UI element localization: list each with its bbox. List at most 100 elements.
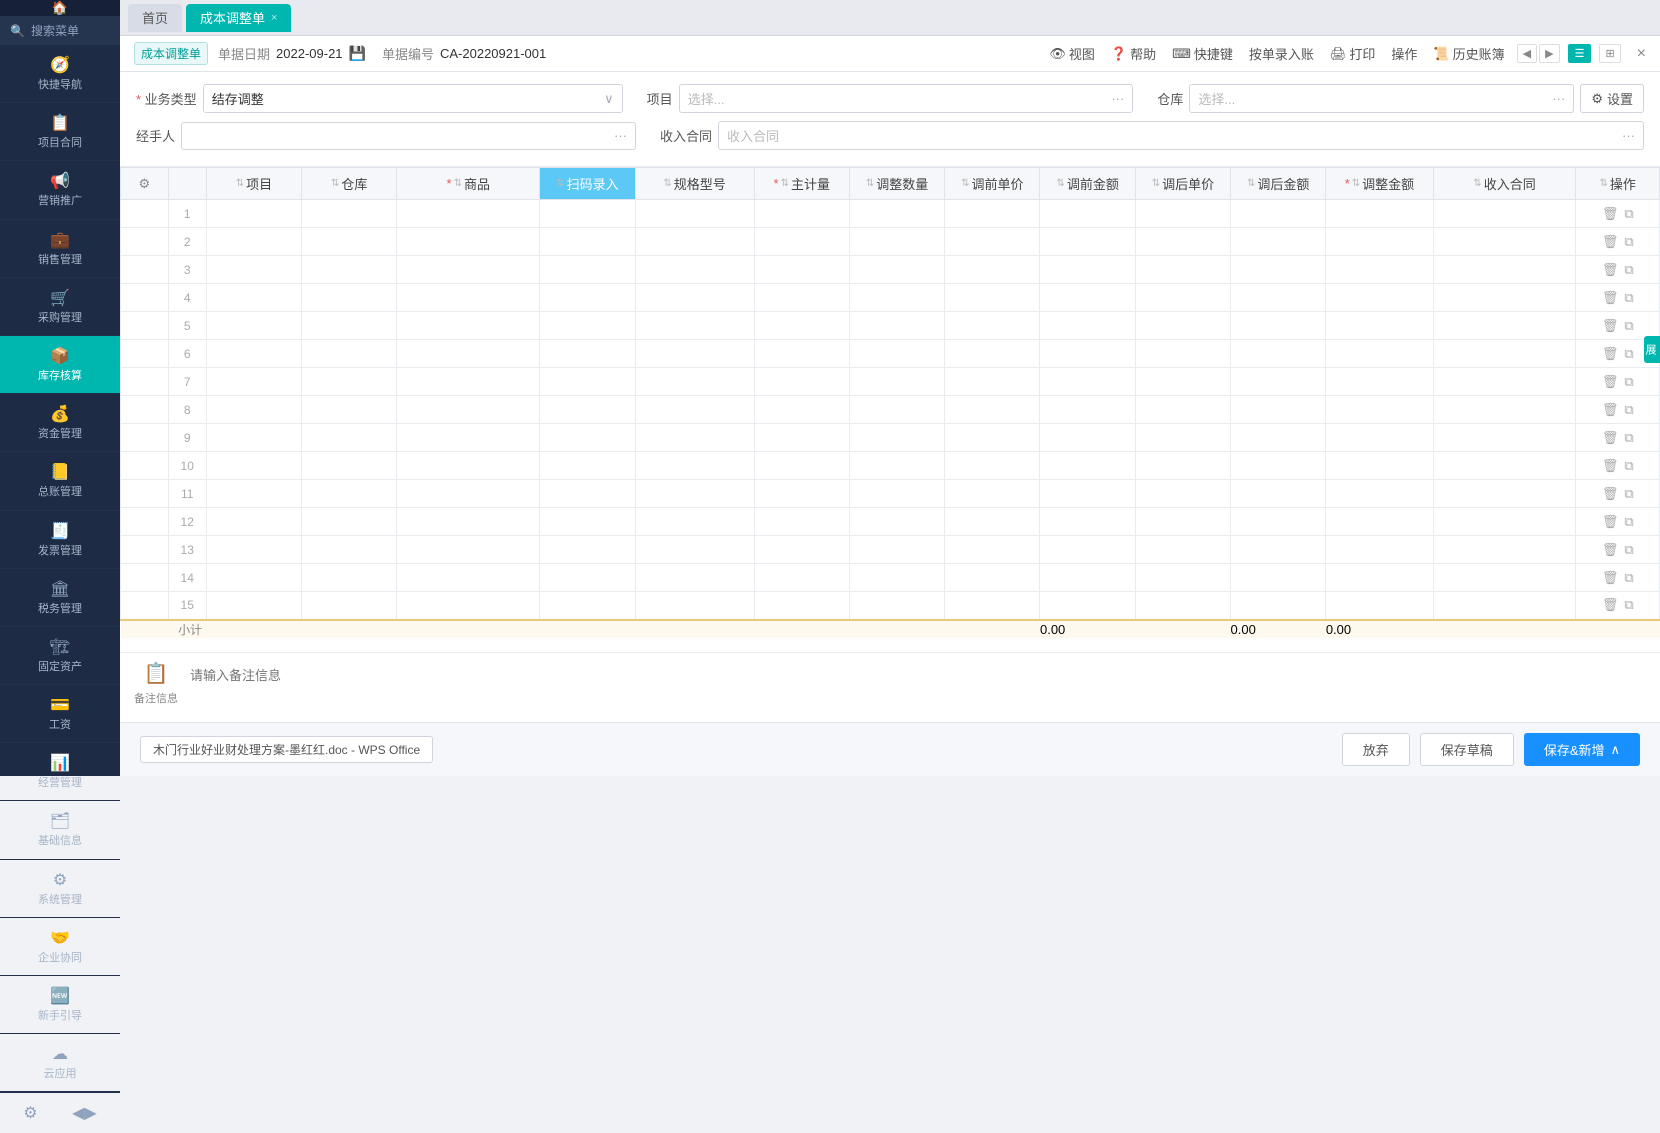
cell-income_contract-12[interactable] [1433,508,1576,536]
cell-before_price-3[interactable] [945,256,1040,284]
business-type-input[interactable]: 结存调整 ∨ [203,84,623,113]
cell-adjust_amount-6[interactable] [1326,340,1433,368]
cell-product-1[interactable] [397,200,540,228]
toolbar-shortcut-btn[interactable]: ⌨ 快捷键 [1168,42,1237,65]
cell-scan-11[interactable] [540,480,635,508]
cell-unit-1[interactable] [754,200,849,228]
cell-after_price-9[interactable] [1135,424,1230,452]
cell-after_price-12[interactable] [1135,508,1230,536]
cell-before_amount-6[interactable] [1040,340,1135,368]
cell-warehouse-11[interactable] [302,480,397,508]
cell-warehouse-9[interactable] [302,424,397,452]
cell-scan-9[interactable] [540,424,635,452]
cell-project-7[interactable] [206,368,301,396]
sidebar-item-operations[interactable]: 📊 经营管理 [0,743,120,801]
cell-adjust_amount-10[interactable] [1326,452,1433,480]
cell-project-6[interactable] [206,340,301,368]
cell-adjust_qty-1[interactable] [849,200,944,228]
cell-adjust_amount-1[interactable] [1326,200,1433,228]
cell-product-11[interactable] [397,480,540,508]
delete-icon-6[interactable]: 🗑 [1602,346,1619,362]
notes-input[interactable] [190,661,1646,695]
cell-warehouse-8[interactable] [302,396,397,424]
cell-income_contract-10[interactable] [1433,452,1576,480]
cell-scan-2[interactable] [540,228,635,256]
cell-before_price-8[interactable] [945,396,1040,424]
cell-after_amount-7[interactable] [1231,368,1326,396]
cell-unit-12[interactable] [754,508,849,536]
cell-spec-11[interactable] [635,480,754,508]
cell-scan-6[interactable] [540,340,635,368]
cell-project-5[interactable] [206,312,301,340]
delete-icon-13[interactable]: 🗑 [1602,542,1619,558]
copy-icon-14[interactable]: ⧉ [1624,570,1633,586]
copy-icon-6[interactable]: ⧉ [1624,346,1633,362]
delete-icon-14[interactable]: 🗑 [1602,570,1619,586]
sidebar-item-tax[interactable]: 🏛 税务管理 [0,569,120,627]
sort-icon-scan[interactable]: ⇅ [556,178,564,189]
delete-icon-7[interactable]: 🗑 [1602,374,1619,390]
cell-before_price-7[interactable] [945,368,1040,396]
cell-unit-9[interactable] [754,424,849,452]
cell-spec-8[interactable] [635,396,754,424]
cell-unit-7[interactable] [754,368,849,396]
cell-scan-5[interactable] [540,312,635,340]
cell-income_contract-4[interactable] [1433,284,1576,312]
copy-icon-10[interactable]: ⧉ [1624,458,1633,474]
copy-icon-5[interactable]: ⧉ [1624,318,1633,334]
sidebar-item-fixed-assets[interactable]: 🏗 固定资产 [0,627,120,685]
sidebar-item-payroll[interactable]: 💳 工资 [0,685,120,743]
cell-income_contract-5[interactable] [1433,312,1576,340]
delete-icon-1[interactable]: 🗑 [1602,206,1619,222]
cell-income_contract-9[interactable] [1433,424,1576,452]
cell-project-15[interactable] [206,592,301,620]
cell-before_amount-15[interactable] [1040,592,1135,620]
cell-after_amount-13[interactable] [1231,536,1326,564]
toolbar-print-btn[interactable]: 🖨 打印 [1326,42,1380,65]
taskbar-label[interactable]: 木门行业好业财处理方案-墨红红.doc - WPS Office [140,736,433,763]
sidebar-item-project-contract[interactable]: 📋 项目合同 [0,103,120,161]
sort-icon-after_amount[interactable]: ⇅ [1247,178,1255,189]
cell-product-12[interactable] [397,508,540,536]
settings-button[interactable]: ⚙ 设置 [1580,84,1644,113]
sidebar-item-quick-nav[interactable]: 🧭 快捷导航 [0,45,120,103]
cell-before_amount-12[interactable] [1040,508,1135,536]
cell-project-4[interactable] [206,284,301,312]
delete-icon-11[interactable]: 🗑 [1602,486,1619,502]
cell-after_amount-4[interactable] [1231,284,1326,312]
cell-after_price-4[interactable] [1135,284,1230,312]
cell-after_price-6[interactable] [1135,340,1230,368]
cell-project-3[interactable] [206,256,301,284]
cell-after_price-10[interactable] [1135,452,1230,480]
cell-adjust_qty-12[interactable] [849,508,944,536]
cell-before_amount-13[interactable] [1040,536,1135,564]
sidebar-item-sales-promo[interactable]: 📢 营销推广 [0,161,120,219]
cell-before_amount-14[interactable] [1040,564,1135,592]
cell-product-9[interactable] [397,424,540,452]
cell-warehouse-3[interactable] [302,256,397,284]
cell-before_amount-11[interactable] [1040,480,1135,508]
cell-after_amount-12[interactable] [1231,508,1326,536]
delete-icon-4[interactable]: 🗑 [1602,290,1619,306]
cell-income_contract-15[interactable] [1433,592,1576,620]
cell-spec-15[interactable] [635,592,754,620]
draft-button[interactable]: 保存草稿 [1420,733,1514,766]
sort-icon-adjust_amount[interactable]: ⇅ [1352,178,1360,189]
cell-scan-7[interactable] [540,368,635,396]
cell-product-8[interactable] [397,396,540,424]
cell-income_contract-1[interactable] [1433,200,1576,228]
cell-spec-14[interactable] [635,564,754,592]
cell-before_amount-7[interactable] [1040,368,1135,396]
sort-icon-before_amount[interactable]: ⇅ [1056,178,1064,189]
right-edge-tab[interactable]: 展 [1644,336,1660,363]
cell-warehouse-10[interactable] [302,452,397,480]
sort-icon-unit[interactable]: ⇅ [781,178,789,189]
discard-button[interactable]: 放弃 [1342,733,1410,766]
copy-icon-8[interactable]: ⧉ [1624,402,1633,418]
cell-scan-13[interactable] [540,536,635,564]
cell-adjust_qty-11[interactable] [849,480,944,508]
cell-after_amount-10[interactable] [1231,452,1326,480]
cell-unit-15[interactable] [754,592,849,620]
cell-after_price-1[interactable] [1135,200,1230,228]
cell-scan-3[interactable] [540,256,635,284]
